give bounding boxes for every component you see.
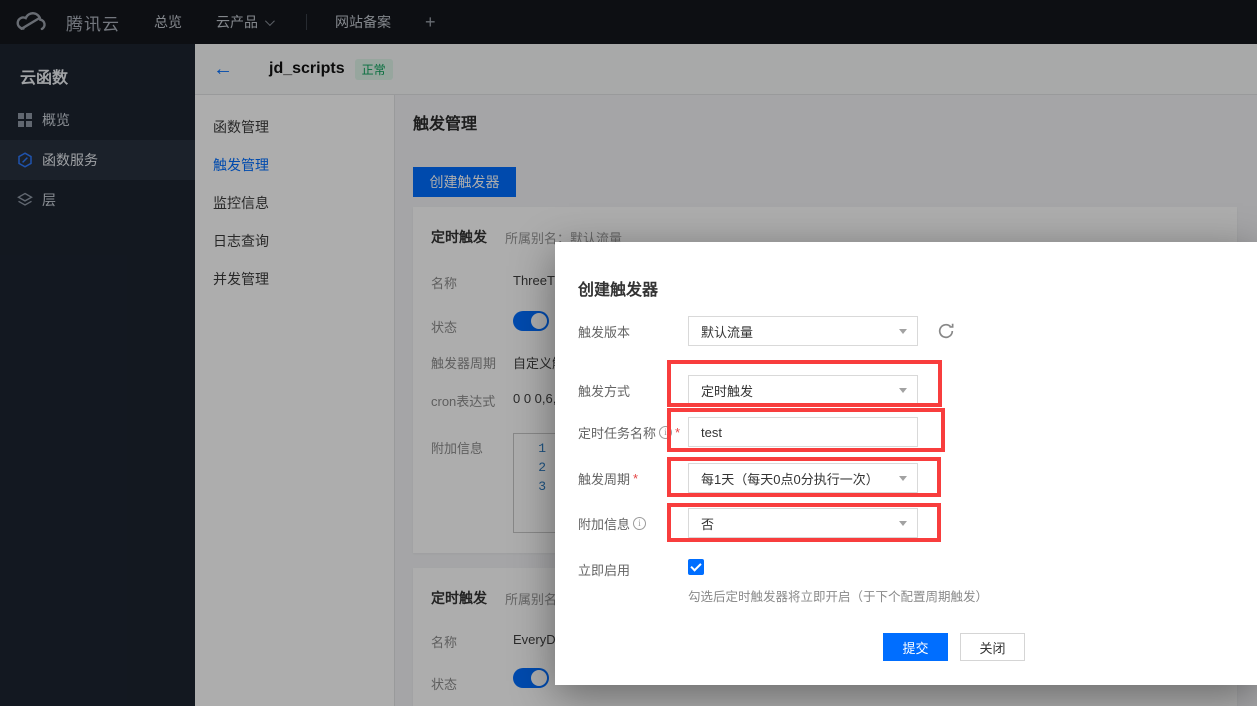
modal-title: 创建触发器 — [578, 276, 658, 300]
cycle-select[interactable]: 每1天（每天0点0分执行一次） — [688, 463, 918, 493]
cycle-label: 触发周期 * — [578, 463, 638, 493]
close-button[interactable]: 关闭 — [960, 633, 1025, 661]
chevron-down-icon — [899, 521, 907, 526]
required-mark: * — [633, 471, 638, 486]
refresh-icon[interactable] — [937, 322, 955, 340]
info-icon[interactable] — [659, 426, 672, 439]
enable-now-label: 立即启用 — [578, 554, 630, 584]
task-name-input[interactable] — [688, 417, 918, 447]
version-label: 触发版本 — [578, 316, 630, 346]
info-icon[interactable] — [633, 517, 646, 530]
task-name-label: 定时任务名称 * — [578, 417, 680, 447]
method-label: 触发方式 — [578, 375, 630, 405]
enable-now-note: 勾选后定时触发器将立即开启（于下个配置周期触发） — [688, 586, 988, 605]
extra-info-select[interactable]: 否 — [688, 508, 918, 538]
chevron-down-icon — [899, 388, 907, 393]
app-root: 腾讯云 总览 云产品 网站备案 + 云函数 概览 — [0, 0, 1257, 706]
enable-now-checkbox[interactable] — [688, 559, 704, 575]
chevron-down-icon — [899, 329, 907, 334]
submit-button[interactable]: 提交 — [883, 633, 948, 661]
version-select[interactable]: 默认流量 — [688, 316, 918, 346]
extra-info-label: 附加信息 — [578, 508, 646, 538]
required-mark: * — [675, 425, 680, 440]
create-trigger-modal: 创建触发器 触发版本 默认流量 触发方式 定时触发 定时任务名称 * 触发周期 … — [555, 242, 1257, 685]
chevron-down-icon — [899, 476, 907, 481]
method-select[interactable]: 定时触发 — [688, 375, 918, 405]
